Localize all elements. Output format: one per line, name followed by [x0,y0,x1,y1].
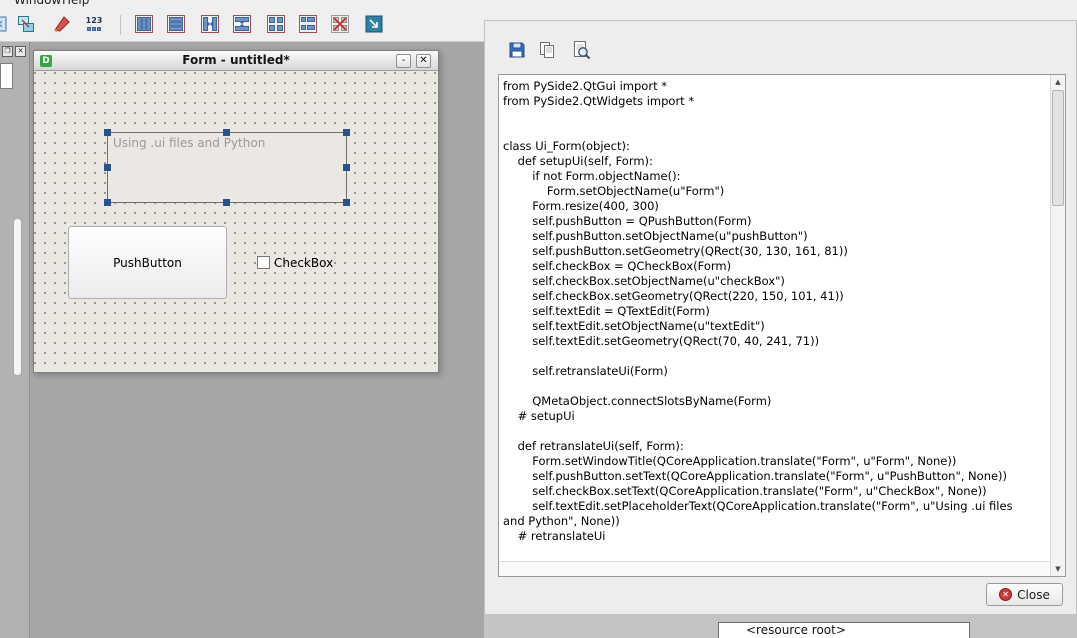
pushbutton-widget[interactable]: PushButton [68,226,227,299]
break-layout-icon[interactable] [328,12,352,36]
tab-order-label: 123 [86,17,103,25]
code-line: from PySide2.QtGui import * [503,79,1050,94]
dock-close-button[interactable]: ✕ [15,46,26,57]
code-line: if not Form.objectName(): [503,169,1050,184]
code-line [503,349,1050,364]
code-line [503,124,1050,139]
code-line: self.textEdit.setPlaceholderText(QCoreAp… [503,499,1050,514]
horizontal-scrollbar[interactable] [499,561,1050,576]
code-line: # setupUi [503,409,1050,424]
edit-buddies-icon[interactable] [50,12,74,36]
minimize-button[interactable]: - [396,54,411,68]
selection-handle[interactable] [104,164,111,171]
layout-horizontal-icon[interactable] [132,12,156,36]
code-line: class Ui_Form(object): [503,139,1050,154]
edit-widgets-icon[interactable] [0,12,11,36]
layout-vertical-splitter-icon[interactable] [230,12,254,36]
code-lines: from PySide2.QtGui import *from PySide2.… [499,75,1050,561]
code-line: from PySide2.QtWidgets import * [503,94,1050,109]
close-label: Close [1017,588,1050,602]
checkbox-widget[interactable]: CheckBox [257,255,333,270]
desktop: Window Help 123 [0,0,1077,638]
code-line: self.retranslateUi(Form) [503,364,1050,379]
code-line: def retranslateUi(self, Form): [503,439,1050,454]
scroll-up-button[interactable]: ▲ [1051,75,1065,89]
code-line: # retranslateUi [503,529,1050,544]
save-icon[interactable] [505,38,529,62]
layout-grid-icon[interactable] [264,12,288,36]
menu-help[interactable]: Help [62,0,89,7]
code-line: Form.resize(400, 300) [503,199,1050,214]
scroll-down-button[interactable]: ▼ [1051,562,1065,576]
code-line [503,109,1050,124]
code-line: self.checkBox.setGeometry(QRect(220, 150… [503,289,1050,304]
selection-handle[interactable] [104,199,111,206]
code-line: self.pushButton.setGeometry(QRect(30, 13… [503,244,1050,259]
dock-float-button[interactable]: ❐ [2,46,13,57]
code-line: self.checkBox.setObjectName(u"checkBox") [503,274,1050,289]
code-line: QMetaObject.connectSlotsByName(Form) [503,394,1050,409]
menu-window[interactable]: Window [14,0,61,7]
selection-handle[interactable] [104,129,111,136]
toolbar-separator [120,15,121,35]
close-window-button[interactable]: ✕ [416,54,431,68]
selection-handle[interactable] [343,164,350,171]
selection-handle[interactable] [343,199,350,206]
close-button[interactable]: ✕ Close [986,583,1063,606]
code-line: self.checkBox = QCheckBox(Form) [503,259,1050,274]
code-line [503,379,1050,394]
dock-scrollbar[interactable] [13,218,22,376]
code-viewer-panel: from PySide2.QtGui import *from PySide2.… [484,20,1077,615]
edit-tab-order-icon[interactable]: 123 [82,12,106,36]
resource-root-item[interactable]: <resource root> [718,622,970,638]
code-area[interactable]: from PySide2.QtGui import *from PySide2.… [498,74,1066,577]
code-line: Form.setWindowTitle(QCoreApplication.tra… [503,454,1050,469]
find-icon[interactable] [569,38,593,62]
close-icon: ✕ [999,588,1012,601]
code-line: self.pushButton.setObjectName(u"pushButt… [503,229,1050,244]
adjust-size-icon[interactable] [362,12,386,36]
layout-horizontal-splitter-icon[interactable] [198,12,222,36]
form-designer-window: D Form - untitled* - ✕ Using .ui files a… [33,50,439,373]
code-line: self.pushButton = QPushButton(Form) [503,214,1050,229]
code-line: self.pushButton.setText(QCoreApplication… [503,469,1050,484]
code-line: self.textEdit = QTextEdit(Form) [503,304,1050,319]
form-window-title: Form - untitled* [34,53,438,67]
layout-vertical-icon[interactable] [164,12,188,36]
form-window-titlebar[interactable]: D Form - untitled* - ✕ [34,51,438,71]
selection-handle[interactable] [343,129,350,136]
code-line: self.textEdit.setObjectName(u"textEdit") [503,319,1050,334]
code-line: Form.setObjectName(u"Form") [503,184,1050,199]
scrollbar-thumb[interactable] [1052,90,1064,206]
code-line: def setupUi(self, Form): [503,154,1050,169]
resource-root-label: <resource root> [746,623,846,637]
code-line [503,424,1050,439]
form-canvas[interactable]: Using .ui files and Python PushButton Ch… [34,71,438,372]
layout-form-icon[interactable] [296,12,320,36]
selection-handle[interactable] [223,129,230,136]
code-line: self.textEdit.setGeometry(QRect(70, 40, … [503,334,1050,349]
vertical-scrollbar[interactable]: ▲ ▼ [1050,75,1065,576]
code-line: and Python", None)) [503,514,1050,529]
menubar: Window Help [0,0,1077,8]
tab-order-squares [87,27,101,31]
copy-icon[interactable] [535,38,559,62]
textedit-placeholder: Using .ui files and Python [108,133,346,153]
edit-signals-slots-icon[interactable] [14,12,38,36]
checkbox-label: CheckBox [274,256,333,270]
left-dock-strip: ❐ ✕ [0,42,30,638]
textedit-widget[interactable]: Using .ui files and Python [107,132,347,203]
dock-filter-fragment [0,63,13,89]
selection-handle[interactable] [223,199,230,206]
code-line: self.checkBox.setText(QCoreApplication.t… [503,484,1050,499]
checkbox-box[interactable] [257,256,270,269]
